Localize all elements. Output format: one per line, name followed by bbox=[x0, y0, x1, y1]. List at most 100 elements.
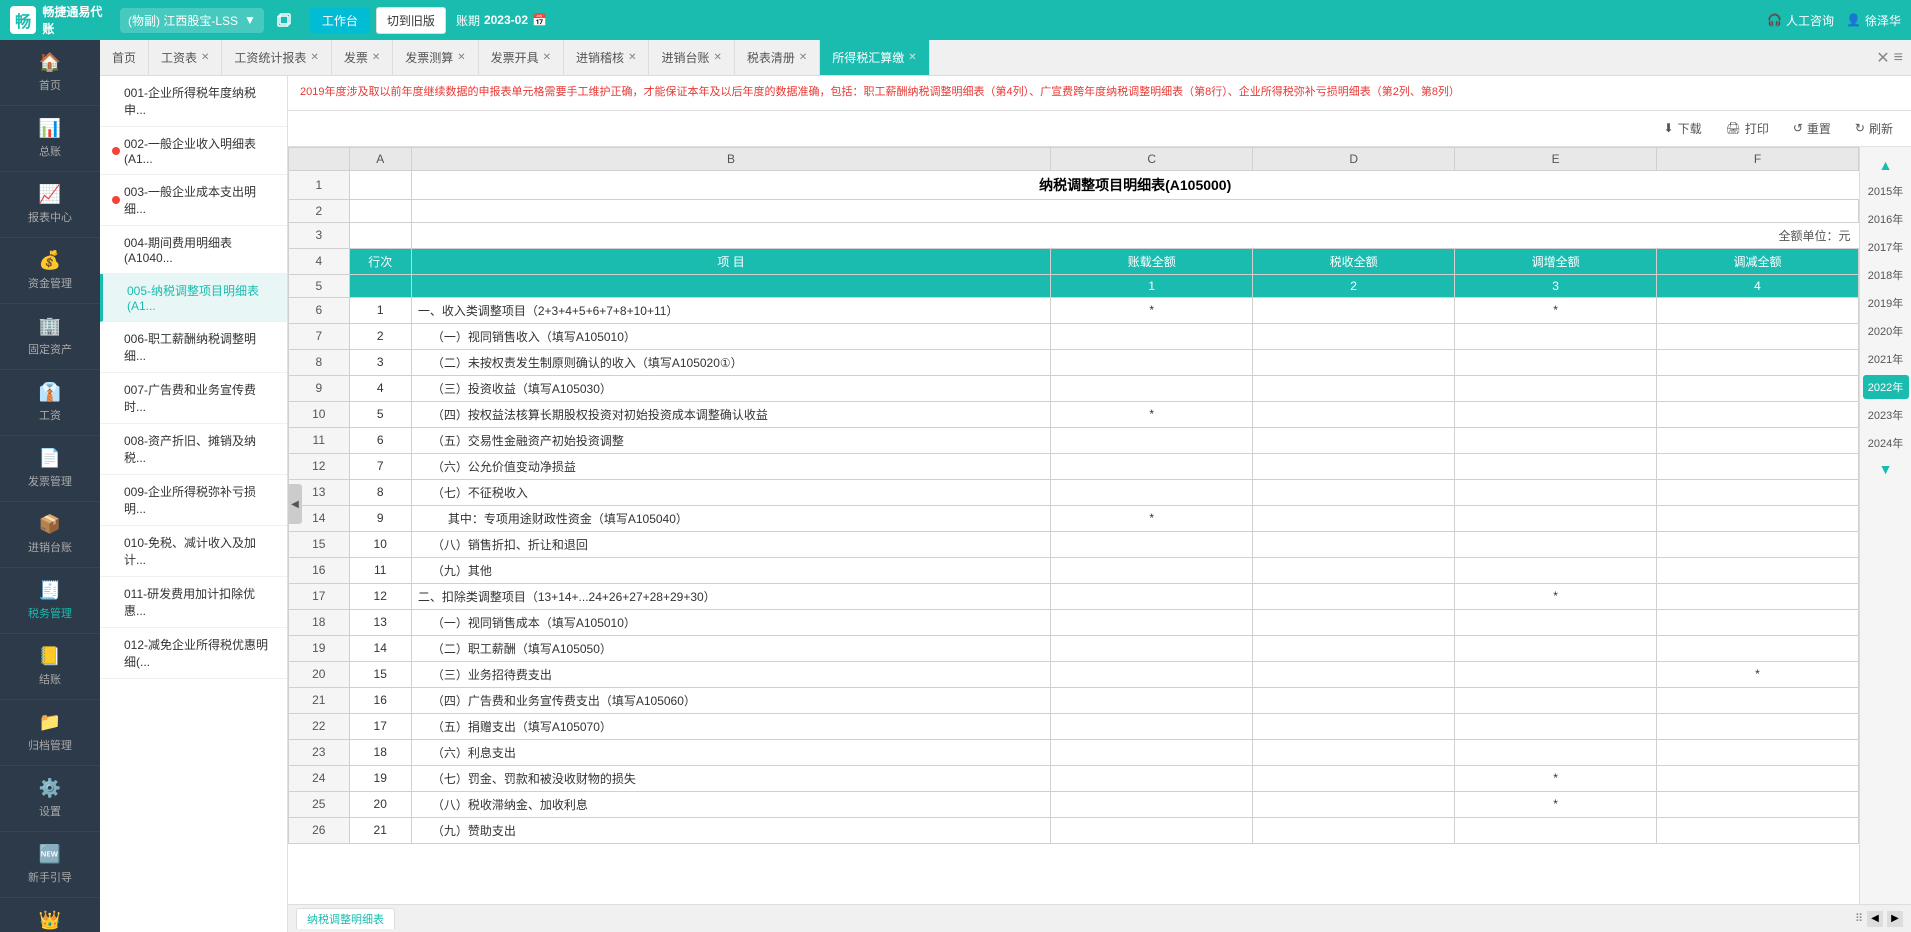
tab-payroll[interactable]: 工资表 ✕ bbox=[149, 40, 222, 76]
close-tab-tax-table[interactable]: ✕ bbox=[799, 52, 807, 63]
year-2017[interactable]: 2017年 bbox=[1863, 235, 1909, 259]
sub-nav-009[interactable]: 009-企业所得税弥补亏损明... bbox=[100, 475, 287, 526]
close-tab-purchase-audit[interactable]: ✕ bbox=[628, 52, 636, 63]
scroll-left-btn[interactable]: ◀ bbox=[1867, 911, 1883, 927]
workbench-button[interactable]: 工作台 bbox=[310, 8, 370, 33]
year-2022[interactable]: 2022年 bbox=[1863, 375, 1909, 399]
year-2021[interactable]: 2021年 bbox=[1863, 347, 1909, 371]
sidebar-item-assets[interactable]: 🏢 固定资产 bbox=[0, 304, 100, 370]
sidebar-item-reports[interactable]: 📈 报表中心 bbox=[0, 172, 100, 238]
close-tab-payroll-stats[interactable]: ✕ bbox=[310, 52, 318, 63]
company-selector[interactable]: (物副) 江西股宝-LSS ▼ bbox=[120, 8, 264, 33]
sub-nav-006[interactable]: 006-职工薪酬纳税调整明细... bbox=[100, 322, 287, 373]
tab-purchase-audit[interactable]: 进销稽核 ✕ bbox=[564, 40, 649, 76]
tab-invoice[interactable]: 发票 ✕ bbox=[332, 40, 393, 76]
tab-tax-table[interactable]: 税表清册 ✕ bbox=[735, 40, 820, 76]
table-row[interactable]: 6 1 一、收入类调整项目（2+3+4+5+6+7+8+10+11） * * bbox=[289, 297, 1859, 323]
sub-nav-005[interactable]: 005-纳税调整项目明细表(A1... bbox=[100, 274, 287, 322]
sub-nav-010[interactable]: 010-免税、减计收入及加计... bbox=[100, 526, 287, 577]
table-row[interactable]: 22 17 （五）捐赠支出（填写A105070） bbox=[289, 713, 1859, 739]
sidebar-item-ledger[interactable]: 📊 总账 bbox=[0, 106, 100, 172]
close-tab-income-tax[interactable]: ✕ bbox=[908, 52, 916, 63]
table-row[interactable]: 26 21 （九）赞助支出 bbox=[289, 817, 1859, 843]
sub-nav-002[interactable]: 002-一般企业收入明细表(A1... bbox=[100, 127, 287, 175]
year-down-arrow[interactable]: ▼ bbox=[1877, 459, 1895, 479]
close-tab-invoice-calc[interactable]: ✕ bbox=[457, 52, 465, 63]
sidebar-item-home[interactable]: 🏠 首页 bbox=[0, 40, 100, 106]
tab-invoice-issue[interactable]: 发票开具 ✕ bbox=[479, 40, 564, 76]
table-row[interactable]: 15 10 （八）销售折扣、折让和退回 bbox=[289, 531, 1859, 557]
tab-payroll-stats[interactable]: 工资统计报表 ✕ bbox=[222, 40, 331, 76]
tab-home[interactable]: 首页 bbox=[100, 40, 149, 76]
sidebar-item-vip[interactable]: 👑 畅会员 bbox=[0, 898, 100, 932]
year-2015[interactable]: 2015年 bbox=[1863, 179, 1909, 203]
table-row[interactable]: 20 15 （三）业务招待费支出 * bbox=[289, 661, 1859, 687]
old-version-button[interactable]: 切到旧版 bbox=[376, 7, 446, 34]
table-row[interactable]: 24 19 （七）罚金、罚款和被没收财物的损失 * bbox=[289, 765, 1859, 791]
year-up-arrow[interactable]: ▲ bbox=[1877, 155, 1895, 175]
table-row[interactable]: 18 13 （一）视同销售成本（填写A105010） bbox=[289, 609, 1859, 635]
bottom-tab-tax-adjust[interactable]: 纳税调整明细表 bbox=[296, 908, 395, 929]
year-2024[interactable]: 2024年 bbox=[1863, 431, 1909, 455]
tab-invoice-calc[interactable]: 发票测算 ✕ bbox=[393, 40, 478, 76]
table-row[interactable]: 10 5 （四）按权益法核算长期股权投资对初始投资成本调整确认收益 * bbox=[289, 401, 1859, 427]
calendar-icon[interactable]: 📅 bbox=[532, 13, 547, 27]
sidebar-item-close[interactable]: 📒 结账 bbox=[0, 634, 100, 700]
sub-nav-007[interactable]: 007-广告费和业务宣传费时... bbox=[100, 373, 287, 424]
sub-nav-008[interactable]: 008-资产折旧、摊销及纳税... bbox=[100, 424, 287, 475]
sidebar-label-invoice-mgmt: 发票管理 bbox=[28, 473, 72, 489]
logo-area: 畅 畅捷通易代账 bbox=[10, 3, 110, 37]
bottom-tab-bar: 纳税调整明细表 ⠿ ◀ ▶ bbox=[288, 904, 1911, 932]
table-row[interactable]: 19 14 （二）职工薪酬（填写A105050） bbox=[289, 635, 1859, 661]
th-increase: 调增全额 bbox=[1455, 248, 1657, 274]
year-2019[interactable]: 2019年 bbox=[1863, 291, 1909, 315]
consult-button[interactable]: 🎧 人工咨询 bbox=[1767, 12, 1834, 29]
sidebar-item-archive[interactable]: 📁 归档管理 bbox=[0, 700, 100, 766]
year-2020[interactable]: 2020年 bbox=[1863, 319, 1909, 343]
close-all-icon[interactable]: ✕ bbox=[1876, 48, 1889, 68]
print-button[interactable]: 🖨 打印 bbox=[1720, 117, 1775, 140]
close-tab-invoice[interactable]: ✕ bbox=[372, 52, 380, 63]
close-tab-invoice-issue[interactable]: ✕ bbox=[543, 52, 551, 63]
reset-button[interactable]: ↺ 重置 bbox=[1787, 117, 1837, 140]
sidebar-item-settings[interactable]: ⚙️ 设置 bbox=[0, 766, 100, 832]
table-row[interactable]: 25 20 （八）税收滞纳金、加收利息 * bbox=[289, 791, 1859, 817]
table-row[interactable]: 9 4 （三）投资收益（填写A105030） bbox=[289, 375, 1859, 401]
sub-nav-001[interactable]: 001-企业所得税年度纳税申... bbox=[100, 76, 287, 127]
collapse-subnav-button[interactable]: ◀ bbox=[288, 484, 302, 524]
sidebar-item-guide[interactable]: 🆕 新手引导 bbox=[0, 832, 100, 898]
sidebar-item-invoice-mgmt[interactable]: 📄 发票管理 bbox=[0, 436, 100, 502]
close-tab-payroll[interactable]: ✕ bbox=[201, 52, 209, 63]
year-2023[interactable]: 2023年 bbox=[1863, 403, 1909, 427]
table-row[interactable]: 8 3 （二）未按权责发生制原则确认的收入（填写A105020①） bbox=[289, 349, 1859, 375]
table-row[interactable]: 13 8 （七）不征税收入 bbox=[289, 479, 1859, 505]
year-2018[interactable]: 2018年 bbox=[1863, 263, 1909, 287]
tab-income-tax[interactable]: 所得税汇算缴 ✕ bbox=[820, 40, 929, 76]
sidebar-item-finance[interactable]: 💰 资金管理 bbox=[0, 238, 100, 304]
sub-nav-012[interactable]: 012-减免企业所得税优惠明细(... bbox=[100, 628, 287, 679]
user-menu[interactable]: 👤 徐泽华 bbox=[1846, 12, 1901, 29]
table-row[interactable]: 21 16 （四）广告费和业务宣传费支出（填写A105060） bbox=[289, 687, 1859, 713]
table-row[interactable]: 11 6 （五）交易性金融资产初始投资调整 bbox=[289, 427, 1859, 453]
table-row[interactable]: 16 11 （九）其他 bbox=[289, 557, 1859, 583]
table-row[interactable]: 23 18 （六）利息支出 bbox=[289, 739, 1859, 765]
table-row[interactable]: 7 2 （一）视同销售收入（填写A105010） bbox=[289, 323, 1859, 349]
sub-nav-004[interactable]: 004-期间费用明细表(A1040... bbox=[100, 226, 287, 274]
table-row[interactable]: 14 9 其中：专项用途财政性资金（填写A105040） * bbox=[289, 505, 1859, 531]
scroll-right-btn[interactable]: ▶ bbox=[1887, 911, 1903, 927]
sub-nav-003[interactable]: 003-一般企业成本支出明细... bbox=[100, 175, 287, 226]
year-2016[interactable]: 2016年 bbox=[1863, 207, 1909, 231]
menu-icon[interactable]: ≡ bbox=[1894, 49, 1903, 67]
copy-icon[interactable] bbox=[268, 12, 300, 28]
sidebar-item-purchasesales[interactable]: 📦 进销台账 bbox=[0, 502, 100, 568]
sub-nav-011[interactable]: 011-研发费用加计扣除优惠... bbox=[100, 577, 287, 628]
tab-purchase-ledger[interactable]: 进销台账 ✕ bbox=[649, 40, 734, 76]
table-row[interactable]: 12 7 （六）公允价值变动净损益 bbox=[289, 453, 1859, 479]
refresh-button[interactable]: ↻ 刷新 bbox=[1849, 117, 1899, 140]
sidebar-item-tax[interactable]: 🧾 税务管理 bbox=[0, 568, 100, 634]
sidebar-item-payroll[interactable]: 👔 工资 bbox=[0, 370, 100, 436]
download-button[interactable]: ⬇ 下载 bbox=[1658, 117, 1708, 140]
spreadsheet-container[interactable]: A B C D E F 1 bbox=[288, 147, 1911, 904]
table-row[interactable]: 17 12 二、扣除类调整项目（13+14+...24+26+27+28+29+… bbox=[289, 583, 1859, 609]
close-tab-purchase-ledger[interactable]: ✕ bbox=[713, 52, 721, 63]
